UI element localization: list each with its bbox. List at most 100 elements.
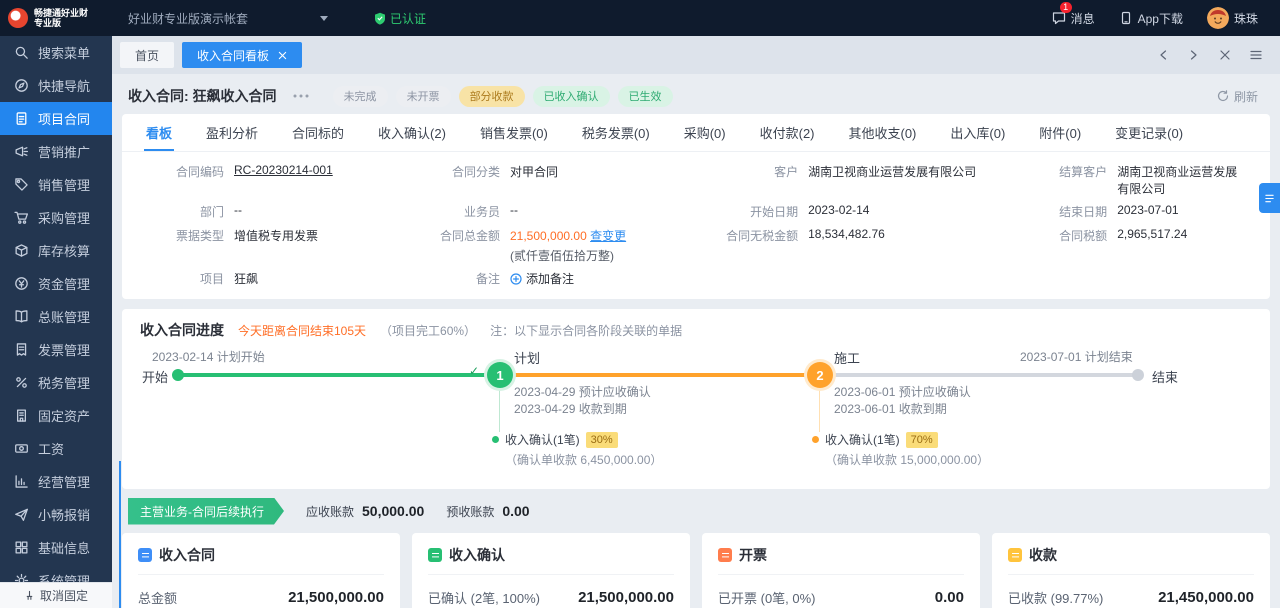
tab-scroll-left-button[interactable] [1155, 47, 1171, 63]
megaphone-icon [14, 144, 29, 159]
milestone-1-title: 计划 [514, 348, 540, 367]
sidebar-item-quick-nav[interactable]: 快捷导航 [0, 69, 112, 102]
progress-completion: （项目完工60%） [380, 322, 476, 339]
coin-icon [14, 276, 29, 291]
milestone-2-node[interactable]: 2 [807, 362, 833, 388]
contract-category: 对甲合同 [510, 163, 558, 180]
salesman: -- [510, 203, 518, 217]
tab-attachments[interactable]: 附件(0) [1037, 114, 1083, 151]
logo-icon [8, 8, 28, 28]
tab-purchase[interactable]: 采购(0) [682, 114, 728, 151]
sidebar-item-invoice[interactable]: 发票管理 [0, 333, 112, 366]
content: 收入合同: 狂飙收入合同 未完成 未开票 部分收款 已收入确认 已生效 刷新 看… [112, 74, 1280, 608]
contract-timeline: ✓ 1 2 2023-02-14 计划开始 开始 2023-07-01 计划结束… [122, 342, 1270, 482]
view-changes-link[interactable]: 查变更 [590, 229, 626, 243]
tab-stock-io[interactable]: 出入库(0) [948, 114, 1007, 151]
tab-other-income[interactable]: 其他收支(0) [847, 114, 919, 151]
username: 珠珠 [1234, 10, 1258, 27]
department: -- [234, 203, 242, 217]
contract-total-amount: 21,500,000.00 [510, 229, 587, 243]
tab-income-contract-board[interactable]: 收入合同看板 [182, 42, 302, 68]
topbar-right: 1 消息 App下载 珠珠 [1052, 7, 1280, 29]
sidebar-item-tax[interactable]: 税务管理 [0, 366, 112, 399]
start-date: 2023-02-14 [808, 203, 869, 217]
tab-sales-invoice[interactable]: 销售发票(0) [478, 114, 550, 151]
sidebar-item-payroll[interactable]: 工资 [0, 432, 112, 465]
sidebar-item-project-contract[interactable]: 项目合同 [0, 102, 112, 135]
add-remark-button[interactable]: 添加备注 [510, 270, 574, 287]
receivable-amount: 50,000.00 [362, 503, 424, 519]
end-date-label: 2023-07-01 计划结束 [1020, 348, 1133, 365]
unpin-button[interactable]: 取消固定 [0, 582, 112, 608]
tab-dashboard[interactable]: 看板 [144, 114, 174, 151]
side-panel-button[interactable] [1259, 183, 1280, 213]
grid-icon [14, 540, 29, 555]
sidebar-item-inventory[interactable]: 库存核算 [0, 234, 112, 267]
close-tabs-button[interactable] [1217, 47, 1233, 63]
sidebar-item-fixed-assets[interactable]: 固定资产 [0, 399, 112, 432]
start-date-label: 2023-02-14 计划开始 [152, 348, 265, 365]
pre-receivable-amount: 0.00 [502, 503, 529, 519]
close-icon[interactable] [278, 51, 287, 60]
milestone-2-title: 施工 [834, 348, 860, 367]
sidebar-item-funds[interactable]: 资金管理 [0, 267, 112, 300]
tab-income-confirm[interactable]: 收入确认(2) [376, 114, 448, 151]
income-contract-card: 收入合同 总金额21,500,000.00 无税金额18,534,482.76 … [122, 533, 400, 608]
paper-plane-icon [14, 507, 29, 522]
tab-contract-subject[interactable]: 合同标的 [290, 114, 346, 151]
contract-info-grid: 合同编码RC-20230214-001 合同分类对甲合同 客户湖南卫视商业运营发… [122, 152, 1270, 299]
end-label: 结束 [1152, 367, 1178, 386]
tab-controls [1155, 47, 1272, 63]
settle-customer-name: 湖南卫视商业运营发展有限公司 [1117, 163, 1240, 197]
table-row: 总金额21,500,000.00 [138, 588, 384, 607]
tab-menu-button[interactable] [1248, 47, 1264, 63]
sidebar-item-base-info[interactable]: 基础信息 [0, 531, 112, 564]
collection-icon [1008, 548, 1022, 562]
avatar [1207, 7, 1229, 29]
table-row: 已收款 (99.77%)21,450,000.00 [1008, 588, 1254, 607]
app-download-button[interactable]: App下载 [1119, 10, 1183, 27]
refresh-button[interactable]: 刷新 [1217, 88, 1264, 105]
table-row: 已确认 (2笔, 100%)21,500,000.00 [428, 588, 674, 607]
sidebar-item-sales[interactable]: 销售管理 [0, 168, 112, 201]
user-menu[interactable]: 珠珠 [1207, 7, 1258, 29]
amount-in-words: (贰仟壹佰伍拾万整) [510, 247, 626, 264]
chart-icon [14, 474, 29, 489]
sidebar-item-operation[interactable]: 经营管理 [0, 465, 112, 498]
tab-scroll-right-button[interactable] [1186, 47, 1202, 63]
sidebar-item-purchase[interactable]: 采购管理 [0, 201, 112, 234]
sidebar-item-general-ledger[interactable]: 总账管理 [0, 300, 112, 333]
stage-flow-line [119, 461, 121, 608]
sidebar-item-marketing[interactable]: 营销推广 [0, 135, 112, 168]
refresh-icon [1217, 90, 1229, 102]
message-icon [1052, 11, 1066, 25]
more-actions-icon[interactable] [293, 94, 309, 98]
timeline-segment-future [820, 373, 1138, 377]
phone-icon [1119, 11, 1133, 25]
app-logo: 畅捷通好业财 专业版 [0, 8, 112, 28]
bill-type: 增值税专用发票 [234, 227, 318, 244]
start-label: 开始 [142, 367, 168, 386]
income-confirm-icon [428, 548, 442, 562]
stage-ribbon: 主营业务-合同后续执行 [128, 498, 284, 525]
sidebar-item-search-menu[interactable]: 搜索菜单 [0, 36, 112, 69]
tab-payments[interactable]: 收付款(2) [758, 114, 817, 151]
status-badge-income-confirmed: 已收入确认 [533, 86, 610, 107]
messages-button[interactable]: 1 消息 [1052, 10, 1095, 27]
sidebar-item-expense[interactable]: 小畅报销 [0, 498, 112, 531]
tab-change-log[interactable]: 变更记录(0) [1113, 114, 1185, 151]
milestone-1-node[interactable]: 1 [487, 362, 513, 388]
certified-label: 已认证 [390, 10, 426, 27]
tab-home[interactable]: 首页 [120, 42, 174, 68]
customer-name: 湖南卫视商业运营发展有限公司 [808, 163, 976, 180]
contract-nav-tabs: 看板 盈利分析 合同标的 收入确认(2) 销售发票(0) 税务发票(0) 采购(… [122, 114, 1270, 152]
contract-code-link[interactable]: RC-20230214-001 [234, 163, 333, 177]
milestone-2-amount: （确认单收款 15,000,000.00） [825, 451, 989, 468]
income-contract-icon [138, 548, 152, 562]
tab-tax-invoice[interactable]: 税务发票(0) [580, 114, 652, 151]
account-selector[interactable]: 好业财专业版演示帐套 [128, 10, 328, 27]
tab-profit-analysis[interactable]: 盈利分析 [204, 114, 260, 151]
main-area: 首页 收入合同看板 收入合同: 狂飙收入合同 未完成 未开票 部分收款 已收入确… [112, 36, 1280, 608]
green-dot-icon [492, 436, 499, 443]
timeline-segment-active [500, 373, 820, 377]
